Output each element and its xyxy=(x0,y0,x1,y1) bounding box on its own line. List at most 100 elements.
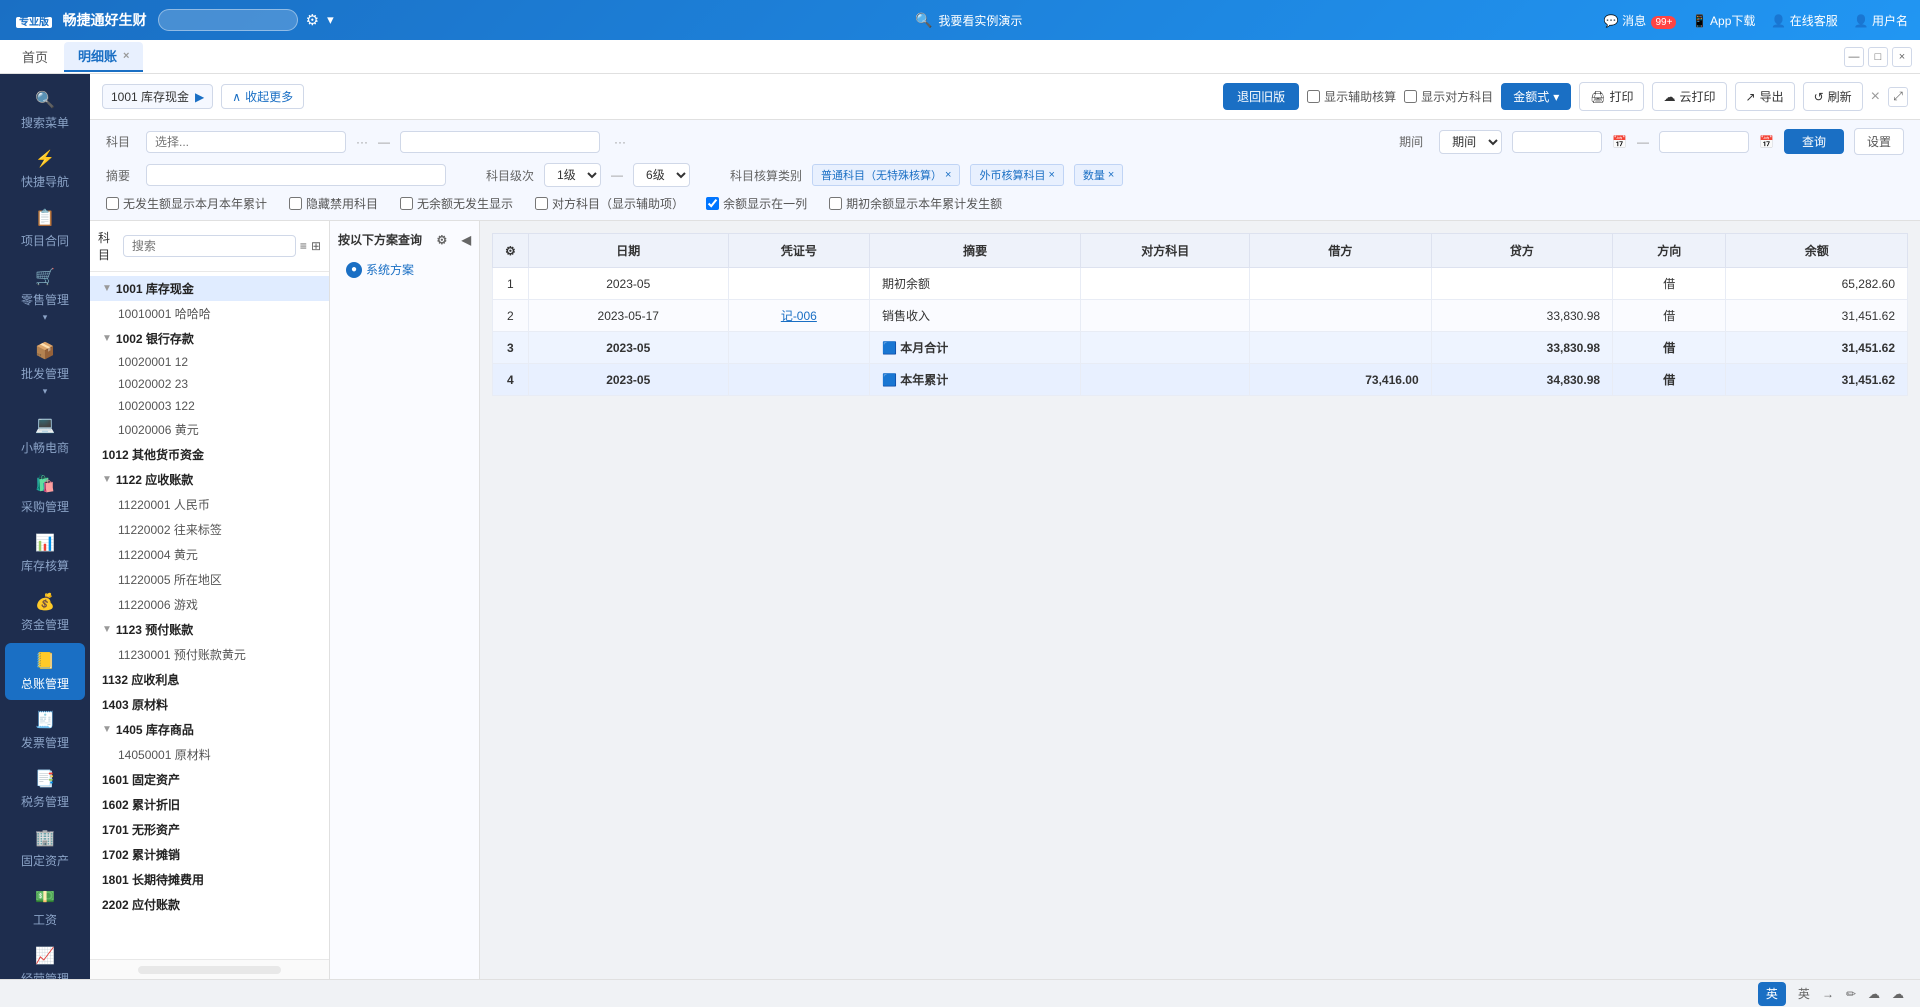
sidebar-item-quicknav[interactable]: ⚡ 快捷导航 xyxy=(5,141,85,198)
hide-disabled-check[interactable]: 隐藏禁用科目 xyxy=(289,195,378,212)
sidebar-item-project[interactable]: 📋 项目合同 xyxy=(5,200,85,257)
user-avatar[interactable]: 👤 用户名 xyxy=(1854,12,1908,29)
level-from-select[interactable]: 1级 xyxy=(544,163,601,187)
online-service-btn[interactable]: 👤 在线客服 xyxy=(1771,12,1837,29)
tree-item-11220006[interactable]: 11220006 游戏 xyxy=(90,592,329,617)
sidebar-item-invoice[interactable]: 🧾 发票管理 xyxy=(5,702,85,759)
show-opposite-checkbox[interactable] xyxy=(1404,90,1417,103)
tag-ordinary[interactable]: 普通科目（无特殊核算） × xyxy=(812,164,960,186)
export-btn[interactable]: ↗ 导出 xyxy=(1735,82,1795,111)
period-to-input[interactable]: 2023-05 xyxy=(1659,131,1749,153)
level-to-select[interactable]: 6级 xyxy=(633,163,690,187)
tree-item-11220004[interactable]: 11220004 黄元 xyxy=(90,542,329,567)
tab-close-icon[interactable]: × xyxy=(123,50,129,62)
tree-item-10020003[interactable]: 10020003 122 xyxy=(90,395,329,417)
back-old-version-btn[interactable]: 退回旧版 xyxy=(1223,83,1299,110)
settings-btn[interactable]: 设置 xyxy=(1854,128,1904,155)
tree-item-1012[interactable]: 1012 其他货币资金 xyxy=(90,442,329,467)
show-opposite-check[interactable]: 显示对方科目 xyxy=(1404,88,1493,105)
tree-item-1601[interactable]: 1601 固定资产 xyxy=(90,767,329,792)
tree-item-11220005[interactable]: 11220005 所在地区 xyxy=(90,567,329,592)
sidebar-item-ecommerce[interactable]: 💻 小畅电商 xyxy=(5,407,85,464)
opposite-show-check[interactable]: 对方科目（显示辅助项） xyxy=(535,195,684,212)
tree-view-icon[interactable]: ≡ xyxy=(300,239,307,253)
tree-item-1002[interactable]: ▼ 1002 银行存款 xyxy=(90,326,329,351)
tree-horizontal-scrollbar[interactable] xyxy=(138,966,281,974)
table-settings-icon[interactable]: ⚙ xyxy=(505,244,516,258)
tree-item-1701[interactable]: 1701 无形资产 xyxy=(90,817,329,842)
bottom-text-icon[interactable]: → xyxy=(1822,987,1834,1001)
balance-one-col-checkbox[interactable] xyxy=(706,197,719,210)
window-minimize-btn[interactable]: — xyxy=(1844,47,1864,67)
tree-item-2202[interactable]: 2202 应付账款 xyxy=(90,892,329,917)
sidebar-item-ledger[interactable]: 📒 总账管理 xyxy=(5,643,85,700)
sidebar-item-salary[interactable]: 💵 工资 xyxy=(5,879,85,936)
sidebar-item-assets[interactable]: 🏢 固定资产 xyxy=(5,820,85,877)
row-voucher-2[interactable]: 记-006 xyxy=(728,300,869,332)
tag-foreign[interactable]: 外币核算科目 × xyxy=(970,164,1063,186)
year-opening-check[interactable]: 期初余额显示本年累计发生额 xyxy=(829,195,1002,212)
bottom-edit-icon[interactable]: ✏ xyxy=(1846,987,1856,1001)
no-activity-checkbox[interactable] xyxy=(106,197,119,210)
tab-ledger[interactable]: 明细账 × xyxy=(64,42,143,72)
bottom-cloud2-icon[interactable]: ☁ xyxy=(1892,987,1904,1001)
tree-item-11220001[interactable]: 11220001 人民币 xyxy=(90,492,329,517)
filter-side-system-scheme[interactable]: ● 系统方案 xyxy=(338,256,471,283)
show-assist-check[interactable]: 显示辅助核算 xyxy=(1307,88,1396,105)
sidebar-item-retail[interactable]: 🛒 零售管理 ▾ xyxy=(5,259,85,331)
tree-item-1405[interactable]: ▼ 1405 库存商品 xyxy=(90,717,329,742)
bottom-lang-icon[interactable]: 英 xyxy=(1798,985,1810,1002)
tree-item-1001[interactable]: ▼ 1001 库存现金 xyxy=(90,276,329,301)
format-btn[interactable]: 金额式 ▾ xyxy=(1501,83,1571,110)
period-from-input[interactable]: 2023-05 xyxy=(1512,131,1602,153)
print-btn[interactable]: 🖨 打印 xyxy=(1579,82,1644,111)
tag-qty[interactable]: 数量 × xyxy=(1074,164,1123,186)
tree-item-1122[interactable]: ▼ 1122 应收账款 xyxy=(90,467,329,492)
voucher-link-2[interactable]: 记-006 xyxy=(781,309,817,323)
expand-corner-btn[interactable]: ⤢ xyxy=(1888,87,1908,107)
tree-item-10010001[interactable]: 10010001 哈哈哈 xyxy=(90,301,329,326)
tree-item-1602[interactable]: 1602 累计折旧 xyxy=(90,792,329,817)
no-activity-check[interactable]: 无发生额显示本月本年累计 xyxy=(106,195,267,212)
tab-home[interactable]: 首页 xyxy=(8,42,62,72)
top-search-input[interactable] xyxy=(158,9,298,31)
refresh-btn[interactable]: ↺ 刷新 xyxy=(1803,82,1863,111)
col-settings[interactable]: ⚙ xyxy=(493,234,529,268)
search-btn[interactable]: 查询 xyxy=(1784,129,1844,154)
tag-foreign-close[interactable]: × xyxy=(1048,169,1054,181)
tree-item-11230001[interactable]: 11230001 预付账款黄元 xyxy=(90,642,329,667)
sidebar-item-wholesale[interactable]: 📦 批发管理 ▾ xyxy=(5,333,85,405)
tag-ordinary-close[interactable]: × xyxy=(945,169,951,181)
tree-item-1132[interactable]: 1132 应收利息 xyxy=(90,667,329,692)
demo-link[interactable]: 🔍 我要看实例演示 xyxy=(915,12,1022,29)
no-balance-checkbox[interactable] xyxy=(400,197,413,210)
calendar-to-icon[interactable]: 📅 xyxy=(1759,135,1774,149)
tree-item-1801[interactable]: 1801 长期待摊费用 xyxy=(90,867,329,892)
lang-btn[interactable]: 英 xyxy=(1758,982,1786,1006)
filter-config-icon[interactable]: ⚙ xyxy=(437,233,448,247)
no-balance-check[interactable]: 无余额无发生显示 xyxy=(400,195,513,212)
tree-item-11220002[interactable]: 11220002 往来标签 xyxy=(90,517,329,542)
opposite-show-checkbox[interactable] xyxy=(535,197,548,210)
app-download-btn[interactable]: 📱 App下载 xyxy=(1692,12,1755,29)
sidebar-item-search[interactable]: 🔍 搜索菜单 xyxy=(5,82,85,139)
sidebar-item-purchase[interactable]: 🛍️ 采购管理 xyxy=(5,466,85,523)
sidebar-item-inventory[interactable]: 📊 库存核算 xyxy=(5,525,85,582)
panel-close-btn[interactable]: × xyxy=(1871,88,1880,106)
window-close-btn[interactable]: × xyxy=(1892,47,1912,67)
sidebar-item-finance[interactable]: 💰 资金管理 xyxy=(5,584,85,641)
cloud-print-btn[interactable]: ☁ 云打印 xyxy=(1652,82,1726,111)
tree-item-10020002[interactable]: 10020002 23 xyxy=(90,373,329,395)
message-btn[interactable]: 💬 消息 99+ xyxy=(1604,12,1677,29)
tag-qty-close[interactable]: × xyxy=(1108,169,1114,181)
sidebar-item-tax[interactable]: 📑 税务管理 xyxy=(5,761,85,818)
subject-input-2[interactable] xyxy=(400,131,600,153)
filter-collapse-icon[interactable]: ◀ xyxy=(462,233,471,247)
period-type-select[interactable]: 期间 xyxy=(1439,130,1502,154)
subject-input[interactable] xyxy=(146,131,346,153)
hide-disabled-checkbox[interactable] xyxy=(289,197,302,210)
year-opening-checkbox[interactable] xyxy=(829,197,842,210)
tree-item-1123[interactable]: ▼ 1123 预付账款 xyxy=(90,617,329,642)
tree-item-14050001[interactable]: 14050001 原材料 xyxy=(90,742,329,767)
bottom-cloud-icon[interactable]: ☁ xyxy=(1868,987,1880,1001)
